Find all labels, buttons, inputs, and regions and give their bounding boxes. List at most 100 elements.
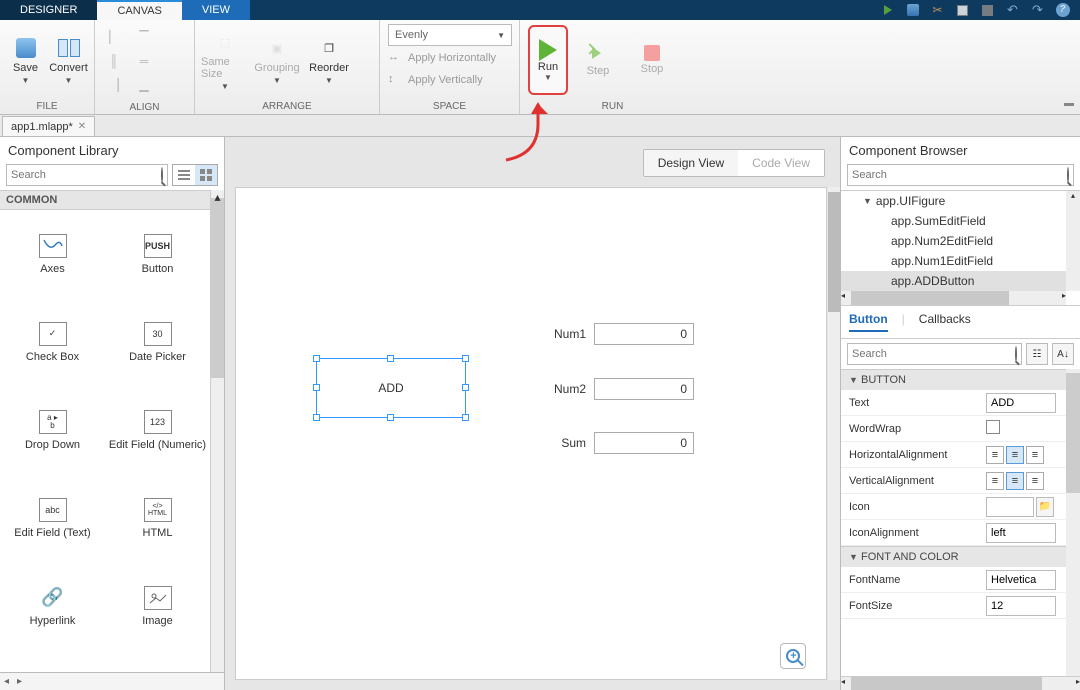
paste-icon[interactable] <box>980 3 995 18</box>
apply-h-label: Apply Horizontally <box>408 52 496 64</box>
prop-icon-input[interactable] <box>986 497 1034 517</box>
resize-handle[interactable] <box>313 384 320 391</box>
sum-field[interactable]: 0 <box>594 432 694 454</box>
canvas-scrollbar[interactable] <box>828 187 840 680</box>
samesize-button[interactable]: ⬚ Same Size ▼ <box>201 25 249 97</box>
tree-node[interactable]: app.ADDButton <box>841 271 1066 291</box>
halign-left[interactable]: ≡ <box>986 446 1004 464</box>
tree-node[interactable]: app.SumEditField <box>841 211 1066 231</box>
comp-label: Button <box>142 263 174 275</box>
step-button[interactable]: Step <box>574 24 622 96</box>
resize-handle[interactable] <box>462 414 469 421</box>
space-mode-select[interactable]: Evenly ▼ <box>388 24 512 46</box>
component-library-search[interactable] <box>6 164 168 186</box>
props-scrollbar[interactable] <box>1066 369 1080 676</box>
num2-field[interactable]: 0 <box>594 378 694 400</box>
property-search[interactable] <box>847 343 1022 365</box>
props-hscrollbar[interactable]: ◂▸ <box>841 676 1080 690</box>
halign-center[interactable]: ≡ <box>1006 446 1024 464</box>
resize-handle[interactable] <box>313 414 320 421</box>
prop-section-button[interactable]: ▼ BUTTON <box>841 369 1066 390</box>
align-left-icon[interactable]: ▏ <box>103 26 125 48</box>
file-tab[interactable]: app1.mlapp* ✕ <box>2 116 95 136</box>
grouping-button[interactable]: ▣ Grouping ▼ <box>253 25 301 97</box>
sheet-next-icon[interactable]: ▸ <box>13 676 26 687</box>
apply-vertically[interactable]: ↕ Apply Vertically <box>388 70 512 90</box>
comp-html[interactable]: </>HTML HTML <box>105 474 210 562</box>
help-icon[interactable]: ? <box>1055 3 1070 18</box>
save-button[interactable]: Save ▼ <box>6 25 45 97</box>
valign-bottom[interactable]: ≡ <box>1026 472 1044 490</box>
tree-node[interactable]: app.Num1EditField <box>841 251 1066 271</box>
align-top-icon[interactable]: ▔ <box>133 26 155 48</box>
copy-icon[interactable] <box>955 3 970 18</box>
tab-designer[interactable]: DESIGNER <box>0 0 97 20</box>
save-icon[interactable] <box>905 3 920 18</box>
num1-field[interactable]: 0 <box>594 323 694 345</box>
zoom-in-button[interactable] <box>780 643 806 669</box>
prop-fontname-input[interactable] <box>986 570 1056 590</box>
comp-editfield-text[interactable]: abc Edit Field (Text) <box>0 474 105 562</box>
convert-button[interactable]: Convert ▼ <box>49 25 88 97</box>
close-file-tab-icon[interactable]: ✕ <box>78 121 86 132</box>
comp-image[interactable]: Image <box>105 562 210 650</box>
play-icon[interactable] <box>880 3 895 18</box>
component-library-scrollbar[interactable]: ▴ <box>210 190 224 672</box>
search-input[interactable] <box>852 169 1067 181</box>
align-bottom-icon[interactable]: ▁ <box>133 74 155 96</box>
browse-icon-button[interactable]: 📁 <box>1036 497 1054 517</box>
wordwrap-checkbox[interactable] <box>986 420 1000 434</box>
apply-horizontally[interactable]: ↔ Apply Horizontally <box>388 48 512 68</box>
reorder-button[interactable]: ❐ Reorder ▼ <box>305 25 353 97</box>
comp-button[interactable]: PUSH Button <box>105 210 210 298</box>
sort-button[interactable]: A↓ <box>1052 343 1074 365</box>
resize-handle[interactable] <box>462 355 469 362</box>
align-right-icon[interactable]: ▕ <box>103 74 125 96</box>
add-button-widget[interactable]: ADD <box>316 358 466 418</box>
inspector-tab-button[interactable]: Button <box>849 312 888 332</box>
resize-handle[interactable] <box>462 384 469 391</box>
tree-node-uifigure[interactable]: ▼ app.UIFigure <box>841 191 1066 211</box>
comp-axes[interactable]: Axes <box>0 210 105 298</box>
cut-icon[interactable]: ✂ <box>930 3 945 18</box>
tab-canvas[interactable]: CANVAS <box>97 0 181 20</box>
list-view-toggle[interactable] <box>173 165 195 185</box>
valign-middle[interactable]: ≡ <box>1006 472 1024 490</box>
prop-section-font[interactable]: ▼ FONT AND COLOR <box>841 546 1066 567</box>
search-input[interactable] <box>852 348 1015 360</box>
prop-fontsize-input[interactable] <box>986 596 1056 616</box>
comp-checkbox[interactable]: ✓ Check Box <box>0 298 105 386</box>
inspector-tab-callbacks[interactable]: Callbacks <box>919 312 971 332</box>
run-button[interactable]: Run ▼ <box>528 25 568 95</box>
align-center-v-icon[interactable]: ═ <box>133 50 155 72</box>
design-view-tab[interactable]: Design View <box>644 150 738 176</box>
canvas-area[interactable]: ADD Num1 0 Num2 0 Sum 0 <box>235 187 827 680</box>
comp-datepicker[interactable]: 30 Date Picker <box>105 298 210 386</box>
prop-iconalign-input[interactable] <box>986 523 1056 543</box>
search-input[interactable] <box>11 169 161 181</box>
comp-hyperlink[interactable]: 🔗 Hyperlink <box>0 562 105 650</box>
valign-top[interactable]: ≡ <box>986 472 1004 490</box>
comp-editfield-numeric[interactable]: 123 Edit Field (Numeric) <box>105 386 210 474</box>
stop-button[interactable]: Stop <box>628 24 676 96</box>
browser-search[interactable] <box>847 164 1074 186</box>
undo-icon[interactable]: ↶ <box>1005 3 1020 18</box>
resize-handle[interactable] <box>387 414 394 421</box>
categorize-button[interactable]: ☷ <box>1026 343 1048 365</box>
resize-handle[interactable] <box>387 355 394 362</box>
resize-handle[interactable] <box>313 355 320 362</box>
align-center-h-icon[interactable]: ║ <box>103 50 125 72</box>
comp-dropdown[interactable]: a ▸b Drop Down <box>0 386 105 474</box>
prop-text: Text <box>841 390 1066 416</box>
halign-right[interactable]: ≡ <box>1026 446 1044 464</box>
tab-view[interactable]: VIEW <box>182 0 250 20</box>
tree-hscrollbar[interactable]: ◂▸ <box>841 291 1066 305</box>
sheet-prev-icon[interactable]: ◂ <box>0 676 13 687</box>
tree-scrollbar[interactable]: ▴ <box>1066 191 1080 291</box>
prop-text-input[interactable] <box>986 393 1056 413</box>
code-view-tab[interactable]: Code View <box>738 150 824 176</box>
grid-view-toggle[interactable] <box>195 165 217 185</box>
tree-node[interactable]: app.Num2EditField <box>841 231 1066 251</box>
minimize-ribbon-icon[interactable]: ▬ <box>1064 98 1076 110</box>
redo-icon[interactable]: ↷ <box>1030 3 1045 18</box>
